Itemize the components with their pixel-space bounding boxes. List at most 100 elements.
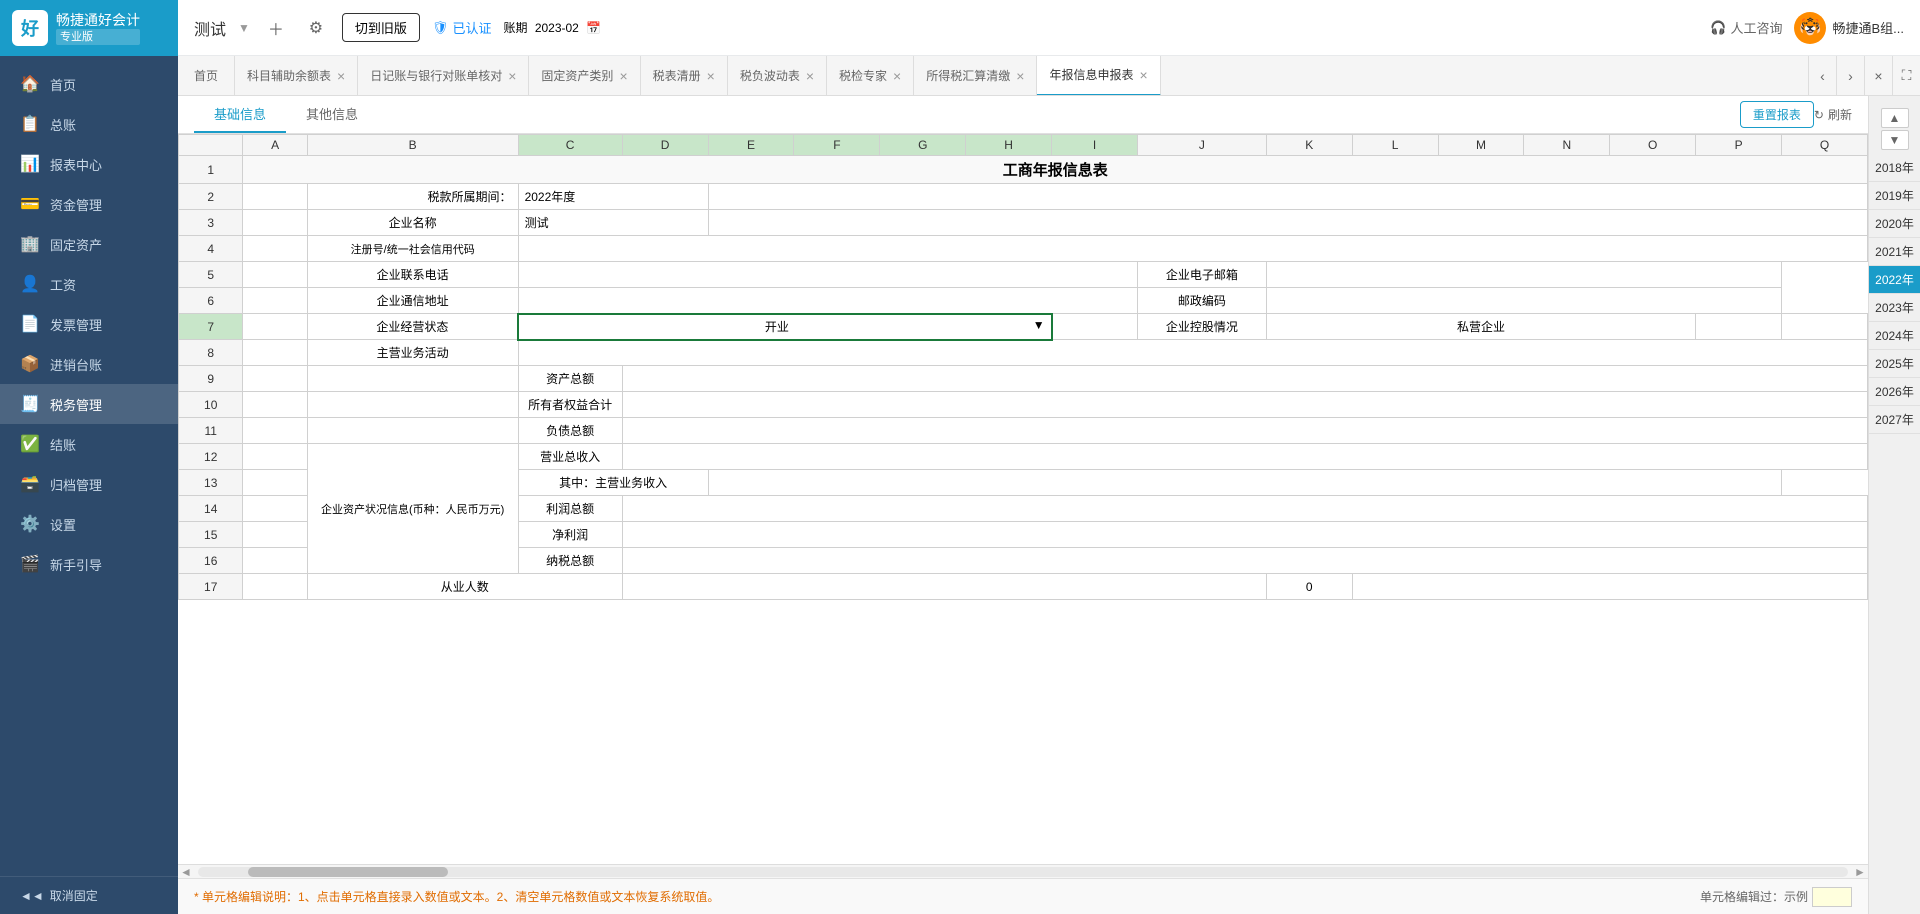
cell-13e-q[interactable] [708, 470, 1781, 496]
tab-close-icon[interactable]: × [1016, 69, 1024, 83]
cell-7a[interactable] [243, 314, 307, 340]
col-header-e[interactable]: E [708, 135, 794, 156]
tab-close-icon[interactable]: × [508, 69, 516, 83]
cell-16d-q[interactable] [622, 548, 1867, 574]
reset-btn[interactable]: 重置报表 [1740, 101, 1814, 128]
col-header-n[interactable]: N [1524, 135, 1610, 156]
cell-2cd[interactable]: 2022年度 [518, 184, 708, 210]
cell-9c[interactable]: 资产总额 [518, 366, 622, 392]
cell-15d-q[interactable] [622, 522, 1867, 548]
scroll-right-btn[interactable]: ► [1852, 865, 1868, 879]
sidebar-item-settle[interactable]: ✅ 结账 [0, 424, 178, 464]
col-header-c[interactable]: C [518, 135, 622, 156]
cell-12c[interactable]: 营业总收入 [518, 444, 622, 470]
tab-home[interactable]: 首页 [178, 56, 235, 96]
cell-7i[interactable] [1052, 314, 1138, 340]
tab-close-icon[interactable]: × [893, 69, 901, 83]
cell-5k-q[interactable] [1266, 262, 1781, 288]
sidebar-item-invoice[interactable]: 📄 发票管理 [0, 304, 178, 344]
sub-tab-other[interactable]: 其他信息 [286, 96, 378, 133]
cell-10d-q[interactable] [622, 392, 1867, 418]
cell-13a[interactable] [243, 470, 307, 496]
cell-6a[interactable] [243, 288, 307, 314]
col-header-o[interactable]: O [1610, 135, 1696, 156]
sidebar-item-settings[interactable]: ⚙️ 设置 [0, 504, 178, 544]
cell-17b-c[interactable]: 从业人数 [307, 574, 622, 600]
right-panel-year-2024[interactable]: 2024年 [1869, 322, 1920, 350]
sidebar-item-ledger[interactable]: 📋 总账 [0, 104, 178, 144]
cell-6k-q[interactable] [1266, 288, 1781, 314]
sidebar-item-guide[interactable]: 🎬 新手引导 [0, 544, 178, 584]
cell-14a[interactable] [243, 496, 307, 522]
tab-close-icon[interactable]: × [619, 69, 627, 83]
col-header-m[interactable]: M [1438, 135, 1524, 156]
tab-close-icon[interactable]: × [1139, 68, 1147, 82]
tab-journal[interactable]: 日记账与银行对账单核对 × [358, 56, 529, 96]
col-header-k[interactable]: K [1266, 135, 1352, 156]
sidebar-item-report[interactable]: 📊 报表中心 [0, 144, 178, 184]
tab-close-icon[interactable]: × [806, 69, 814, 83]
sidebar-item-home[interactable]: 🏠 首页 [0, 64, 178, 104]
cell-7b[interactable]: 企业经营状态 [307, 314, 518, 340]
tab-close-icon[interactable]: × [337, 69, 345, 83]
sidebar-item-stock[interactable]: 📦 进销台账 [0, 344, 178, 384]
tab-tax-check[interactable]: 税检专家 × [827, 56, 914, 96]
cell-10c[interactable]: 所有者权益合计 [518, 392, 622, 418]
cell-3a[interactable] [243, 210, 307, 236]
sidebar-item-capital[interactable]: 💳 资金管理 [0, 184, 178, 224]
cell-5a[interactable] [243, 262, 307, 288]
right-panel-year-2025[interactable]: 2025年 [1869, 350, 1920, 378]
cell-6b[interactable]: 企业通信地址 [307, 288, 518, 314]
right-panel-year-2022[interactable]: 2022年 [1869, 266, 1920, 294]
sidebar-item-assets[interactable]: 🏢 固定资产 [0, 224, 178, 264]
cell-9b[interactable] [307, 366, 518, 392]
cell-15a[interactable] [243, 522, 307, 548]
tab-aux[interactable]: 科目辅助余额表 × [235, 56, 358, 96]
cell-17l-q[interactable] [1352, 574, 1867, 600]
col-header-f[interactable]: F [794, 135, 880, 156]
topbar-settings-btn[interactable]: ⚙ [302, 14, 330, 42]
scroll-left-btn[interactable]: ◄ [178, 865, 194, 879]
tab-next-btn[interactable]: › [1836, 56, 1864, 96]
cell-17d-j[interactable] [622, 574, 1266, 600]
right-panel-down-btn[interactable]: ▼ [1881, 130, 1909, 150]
refresh-btn[interactable]: ↻ 刷新 [1814, 106, 1852, 123]
cell-3b[interactable]: 企业名称 [307, 210, 518, 236]
cell-2e-q[interactable] [708, 184, 1867, 210]
cell-5j[interactable]: 企业电子邮箱 [1137, 262, 1266, 288]
cell-10a[interactable] [243, 392, 307, 418]
cell-7k-o[interactable]: 私营企业 [1266, 314, 1695, 340]
topbar-add-btn[interactable]: ＋ [262, 14, 290, 42]
sidebar-item-tax[interactable]: 🧾 税务管理 [0, 384, 178, 424]
cell-12a[interactable] [243, 444, 307, 470]
calendar-icon[interactable]: 📅 [586, 21, 601, 35]
right-panel-year-2018[interactable]: 2018年 [1869, 154, 1920, 182]
cell-6c-i[interactable] [518, 288, 1137, 314]
cell-16a[interactable] [243, 548, 307, 574]
col-header-p[interactable]: P [1696, 135, 1782, 156]
cell-14d-q[interactable] [622, 496, 1867, 522]
cell-7c-h[interactable]: 开业 ▼ [518, 314, 1052, 340]
cell-14c[interactable]: 利润总额 [518, 496, 622, 522]
topbar-support[interactable]: 🎧 人工咨询 [1710, 18, 1782, 37]
tab-asset[interactable]: 固定资产类别 × [529, 56, 640, 96]
scroll-track[interactable] [198, 867, 1848, 877]
cell-11d-q[interactable] [622, 418, 1867, 444]
cell-8c-q[interactable] [518, 340, 1867, 366]
cell-2b[interactable]: 税款所属期间： [307, 184, 518, 210]
col-header-j[interactable]: J [1137, 135, 1266, 156]
cell-9d-q[interactable] [622, 366, 1867, 392]
tab-close-all-btn[interactable]: × [1864, 56, 1892, 96]
cell-8b[interactable]: 主营业务活动 [307, 340, 518, 366]
col-header-d[interactable]: D [622, 135, 708, 156]
cell-12d-q[interactable] [622, 444, 1867, 470]
tab-expand-btn[interactable]: ⛶ [1892, 56, 1920, 96]
col-header-h[interactable]: H [966, 135, 1052, 156]
cell-11b[interactable] [307, 418, 518, 444]
right-panel-year-2027[interactable]: 2027年 [1869, 406, 1920, 434]
sidebar-item-archive[interactable]: 🗃️ 归档管理 [0, 464, 178, 504]
right-panel-year-2019[interactable]: 2019年 [1869, 182, 1920, 210]
cell-15c[interactable]: 净利润 [518, 522, 622, 548]
col-header-q[interactable]: Q [1782, 135, 1868, 156]
horizontal-scrollbar[interactable]: ◄ ► [178, 864, 1868, 878]
